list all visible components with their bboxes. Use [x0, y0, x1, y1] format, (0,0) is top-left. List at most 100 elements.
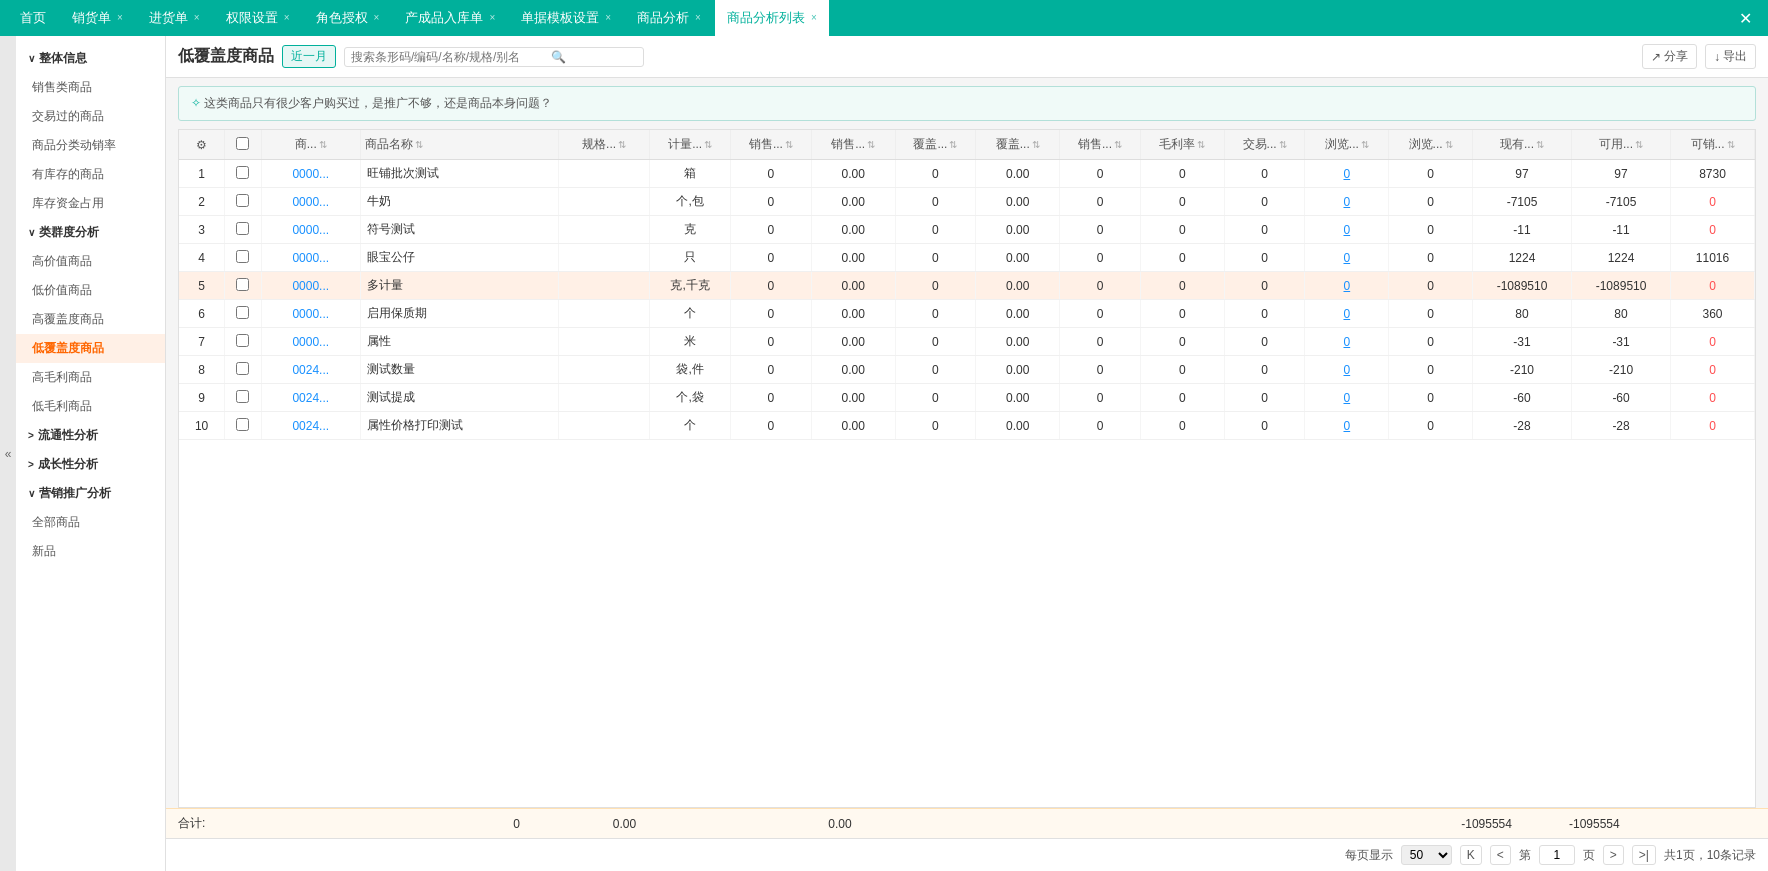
- cell-browse1[interactable]: 0: [1305, 356, 1389, 384]
- cell-browse1[interactable]: 0: [1305, 160, 1389, 188]
- close-all-button[interactable]: ✕: [1731, 9, 1760, 28]
- row-checkbox[interactable]: [236, 166, 249, 179]
- row-checkbox[interactable]: [236, 306, 249, 319]
- cell-checkbox[interactable]: [225, 356, 262, 384]
- cell-browse1[interactable]: 0: [1305, 384, 1389, 412]
- sidebar-group-overall[interactable]: ∨ 整体信息: [16, 44, 165, 73]
- nav-tab-permission[interactable]: 权限设置 ×: [214, 0, 302, 36]
- sidebar-item-low-margin[interactable]: 低毛利商品: [16, 392, 165, 421]
- col-header-stock[interactable]: 现有...⇅: [1473, 130, 1572, 160]
- cell-checkbox[interactable]: [225, 216, 262, 244]
- row-checkbox[interactable]: [236, 222, 249, 235]
- row-checkbox[interactable]: [236, 194, 249, 207]
- browse-link[interactable]: 0: [1343, 391, 1350, 405]
- col-header-gross[interactable]: 毛利率⇅: [1140, 130, 1224, 160]
- cell-checkbox[interactable]: [225, 244, 262, 272]
- col-header-avail[interactable]: 可用...⇅: [1572, 130, 1671, 160]
- sidebar-item-stock-goods[interactable]: 有库存的商品: [16, 160, 165, 189]
- row-checkbox[interactable]: [236, 362, 249, 375]
- export-button[interactable]: ↓ 导出: [1705, 44, 1756, 69]
- sidebar-group-circulation[interactable]: > 流通性分析: [16, 421, 165, 450]
- browse-link[interactable]: 0: [1343, 195, 1350, 209]
- cell-browse1[interactable]: 0: [1305, 244, 1389, 272]
- last-page-button[interactable]: >|: [1632, 845, 1656, 865]
- col-header-cov-rate[interactable]: 覆盖...⇅: [976, 130, 1060, 160]
- col-header-code[interactable]: 商...⇅: [261, 130, 360, 160]
- sidebar-collapse-button[interactable]: «: [0, 36, 16, 871]
- close-icon[interactable]: ×: [284, 0, 290, 36]
- col-header-name[interactable]: 商品名称⇅: [360, 130, 558, 160]
- col-header-settings[interactable]: ⚙: [179, 130, 225, 160]
- sidebar-item-stock-capital[interactable]: 库存资金占用: [16, 189, 165, 218]
- row-checkbox[interactable]: [236, 334, 249, 347]
- sidebar-item-traded-goods[interactable]: 交易过的商品: [16, 102, 165, 131]
- next-page-button[interactable]: >: [1603, 845, 1624, 865]
- col-header-browse2[interactable]: 浏览...⇅: [1389, 130, 1473, 160]
- close-icon[interactable]: ×: [117, 0, 123, 36]
- cell-browse1[interactable]: 0: [1305, 216, 1389, 244]
- cell-checkbox[interactable]: [225, 160, 262, 188]
- col-header-checkbox[interactable]: [225, 130, 262, 160]
- cell-checkbox[interactable]: [225, 412, 262, 440]
- nav-tab-purchase[interactable]: 进货单 ×: [137, 0, 212, 36]
- nav-tab-analysis[interactable]: 商品分析 ×: [625, 0, 713, 36]
- nav-tab-role[interactable]: 角色授权 ×: [304, 0, 392, 36]
- select-all-checkbox[interactable]: [236, 137, 249, 150]
- nav-tab-analysis-list[interactable]: 商品分析列表 ×: [715, 0, 829, 36]
- close-icon[interactable]: ×: [811, 0, 817, 36]
- browse-link[interactable]: 0: [1343, 363, 1350, 377]
- nav-tab-template[interactable]: 单据模板设置 ×: [509, 0, 623, 36]
- cell-checkbox[interactable]: [225, 384, 262, 412]
- close-icon[interactable]: ×: [374, 0, 380, 36]
- col-header-cov-num[interactable]: 覆盖...⇅: [895, 130, 976, 160]
- browse-link[interactable]: 0: [1343, 167, 1350, 181]
- col-header-saleable[interactable]: 可销...⇅: [1671, 130, 1755, 160]
- close-icon[interactable]: ×: [489, 0, 495, 36]
- col-header-browse1[interactable]: 浏览...⇅: [1305, 130, 1389, 160]
- sidebar-group-growth[interactable]: > 成长性分析: [16, 450, 165, 479]
- close-icon[interactable]: ×: [605, 0, 611, 36]
- browse-link[interactable]: 0: [1343, 223, 1350, 237]
- sidebar-item-high-value[interactable]: 高价值商品: [16, 247, 165, 276]
- prev-page-button[interactable]: <: [1490, 845, 1511, 865]
- browse-link[interactable]: 0: [1343, 335, 1350, 349]
- sidebar-item-sales-goods[interactable]: 销售类商品: [16, 73, 165, 102]
- row-checkbox[interactable]: [236, 390, 249, 403]
- sidebar-item-low-value[interactable]: 低价值商品: [16, 276, 165, 305]
- sidebar-item-low-coverage[interactable]: 低覆盖度商品: [16, 334, 165, 363]
- col-header-sales-amt[interactable]: 销售...⇅: [811, 130, 895, 160]
- sidebar-item-high-coverage[interactable]: 高覆盖度商品: [16, 305, 165, 334]
- nav-tab-finished[interactable]: 产成品入库单 ×: [393, 0, 507, 36]
- col-header-unit[interactable]: 计量...⇅: [650, 130, 731, 160]
- browse-link[interactable]: 0: [1343, 251, 1350, 265]
- search-icon[interactable]: 🔍: [551, 50, 566, 64]
- col-header-spec[interactable]: 规格...⇅: [558, 130, 649, 160]
- nav-tab-sales[interactable]: 销货单 ×: [60, 0, 135, 36]
- cell-browse1[interactable]: 0: [1305, 300, 1389, 328]
- sidebar-group-marketing[interactable]: ∨ 营销推广分析: [16, 479, 165, 508]
- row-checkbox[interactable]: [236, 250, 249, 263]
- row-checkbox[interactable]: [236, 278, 249, 291]
- sidebar-item-all-goods[interactable]: 全部商品: [16, 508, 165, 537]
- col-header-sales-qty[interactable]: 销售...⇅: [731, 130, 812, 160]
- sidebar-item-category-rate[interactable]: 商品分类动销率: [16, 131, 165, 160]
- settings-icon[interactable]: ⚙: [196, 138, 207, 152]
- nav-tab-home[interactable]: 首页: [8, 0, 58, 36]
- close-icon[interactable]: ×: [695, 0, 701, 36]
- sidebar-item-high-margin[interactable]: 高毛利商品: [16, 363, 165, 392]
- share-button[interactable]: ↗ 分享: [1642, 44, 1697, 69]
- time-filter-button[interactable]: 近一月: [282, 45, 336, 68]
- cell-browse1[interactable]: 0: [1305, 328, 1389, 356]
- col-header-trans[interactable]: 交易...⇅: [1224, 130, 1305, 160]
- cell-browse1[interactable]: 0: [1305, 272, 1389, 300]
- cell-checkbox[interactable]: [225, 272, 262, 300]
- first-page-button[interactable]: K: [1460, 845, 1482, 865]
- sidebar-item-new-goods[interactable]: 新品: [16, 537, 165, 566]
- search-input[interactable]: [351, 50, 551, 64]
- page-size-select[interactable]: 50 100 200: [1401, 845, 1452, 865]
- close-icon[interactable]: ×: [194, 0, 200, 36]
- cell-checkbox[interactable]: [225, 328, 262, 356]
- row-checkbox[interactable]: [236, 418, 249, 431]
- browse-link[interactable]: 0: [1343, 419, 1350, 433]
- cell-checkbox[interactable]: [225, 188, 262, 216]
